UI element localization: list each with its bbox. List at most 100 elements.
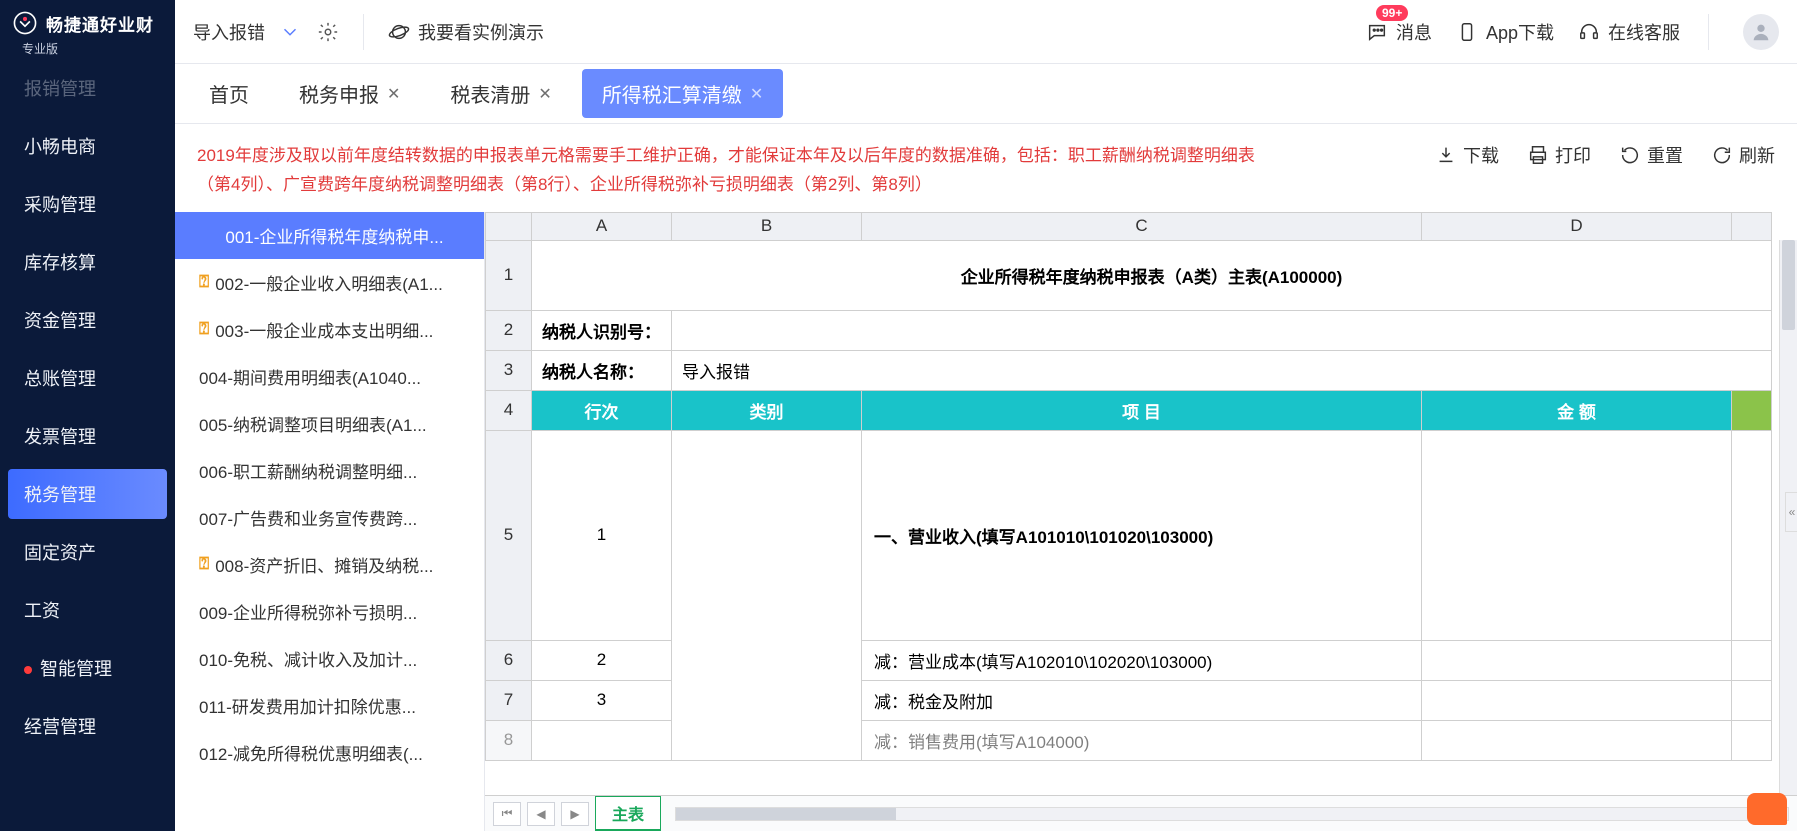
row-header[interactable]: 6 bbox=[486, 640, 532, 680]
header-class[interactable]: 类别 bbox=[672, 390, 862, 430]
sidebar-item[interactable]: 固定资产 bbox=[0, 523, 175, 581]
sheet-list-label: 002-一般企业收入明细表(A1... bbox=[215, 270, 443, 295]
sheet-list-item[interactable]: 006-职工薪酬纳税调整明细... bbox=[175, 447, 484, 494]
sheet-list-item[interactable]: 011-研发费用加计扣除优惠... bbox=[175, 682, 484, 729]
sheet-nav-next[interactable]: ▶ bbox=[561, 802, 589, 826]
cell-item[interactable]: 减：税金及附加 bbox=[862, 680, 1422, 720]
sheet-list-item[interactable]: 012-减免所得税优惠明细表(... bbox=[175, 729, 484, 776]
header-seq[interactable]: 行次 bbox=[532, 390, 672, 430]
cell-edge[interactable] bbox=[1732, 720, 1772, 760]
sheet-list-label: 009-企业所得税弥补亏损明... bbox=[199, 599, 417, 624]
sheet-list-item[interactable]: 007-广告费和业务宣传费跨... bbox=[175, 494, 484, 541]
cell-amount[interactable] bbox=[1422, 640, 1732, 680]
messages-button[interactable]: 消息 99+ bbox=[1362, 15, 1436, 49]
header-item[interactable]: 项 目 bbox=[862, 390, 1422, 430]
row-header[interactable]: 3 bbox=[486, 350, 532, 390]
cell-seq[interactable]: 2 bbox=[532, 640, 672, 680]
cell-amount[interactable] bbox=[1422, 680, 1732, 720]
support-button[interactable]: 在线客服 bbox=[1574, 15, 1684, 49]
tab[interactable]: 税表清册✕ bbox=[430, 69, 571, 118]
sidebar-item[interactable]: 发票管理 bbox=[0, 407, 175, 465]
sheet-list-item[interactable]: 005-纳税调整项目明细表(A1... bbox=[175, 400, 484, 447]
green-edge[interactable] bbox=[1732, 390, 1772, 430]
grid-corner[interactable] bbox=[486, 212, 532, 240]
cell-edge[interactable] bbox=[1732, 640, 1772, 680]
sidebar-item[interactable]: 经营管理 bbox=[0, 697, 175, 755]
close-icon[interactable]: ✕ bbox=[538, 84, 551, 104]
cell-seq[interactable] bbox=[532, 720, 672, 760]
taxpayer-id-label[interactable]: 纳税人识别号： bbox=[532, 310, 672, 350]
close-icon[interactable]: ✕ bbox=[387, 84, 400, 104]
gear-icon[interactable] bbox=[317, 21, 339, 43]
cell-seq[interactable]: 1 bbox=[532, 430, 672, 640]
sidebar-item[interactable]: 总账管理 bbox=[0, 349, 175, 407]
tab[interactable]: 所得税汇算清缴✕ bbox=[582, 69, 783, 118]
col-header[interactable]: D bbox=[1422, 212, 1732, 240]
grid: A B C D 1 企业所得税年度纳税申报表（A类）主表(A100000) 2 bbox=[485, 212, 1772, 761]
sidebar-item[interactable]: 采购管理 bbox=[0, 175, 175, 233]
sheet-nav-first[interactable]: ⏮ bbox=[493, 802, 521, 826]
sheet-list-label: 012-减免所得税优惠明细表(... bbox=[199, 740, 423, 765]
taxpayer-id-value[interactable] bbox=[672, 310, 1772, 350]
cell-item[interactable]: 一、营业收入(填写A101010\101020\103000) bbox=[862, 430, 1422, 640]
row-header[interactable]: 7 bbox=[486, 680, 532, 720]
cell-amount[interactable] bbox=[1422, 720, 1732, 760]
cell-edge[interactable] bbox=[1732, 680, 1772, 720]
sidebar-item[interactable]: 资金管理 bbox=[0, 291, 175, 349]
row-header[interactable]: 2 bbox=[486, 310, 532, 350]
sheet-title[interactable]: 企业所得税年度纳税申报表（A类）主表(A100000) bbox=[532, 240, 1772, 310]
sidebar-item[interactable]: 税务管理 bbox=[8, 469, 167, 519]
col-header[interactable]: A bbox=[532, 212, 672, 240]
sheet-tab-main[interactable]: 主表 bbox=[595, 796, 661, 831]
sheet-list-item[interactable]: 001-企业所得税年度纳税申... bbox=[175, 212, 484, 259]
warning-text: 2019年度涉及取以前年度结转数据的申报表单元格需要手工维护正确，才能保证本年及… bbox=[197, 142, 1277, 200]
horizontal-scrollbar[interactable] bbox=[675, 807, 1789, 821]
org-selector[interactable]: 导入报错 bbox=[193, 19, 301, 45]
collapse-handle[interactable]: « bbox=[1785, 492, 1797, 532]
sheet-list-label: 006-职工薪酬纳税调整明细... bbox=[199, 458, 417, 483]
header-amount[interactable]: 金 额 bbox=[1422, 390, 1732, 430]
download-button[interactable]: 下载 bbox=[1435, 142, 1499, 168]
reset-button[interactable]: 重置 bbox=[1619, 142, 1683, 168]
refresh-button[interactable]: 刷新 bbox=[1711, 142, 1775, 168]
chat-icon bbox=[1366, 21, 1388, 43]
taxpayer-name-value[interactable]: 导入报错 bbox=[672, 350, 1772, 390]
col-header[interactable] bbox=[1732, 212, 1772, 240]
sheet-nav-prev[interactable]: ◀ bbox=[527, 802, 555, 826]
cell-class[interactable] bbox=[672, 430, 862, 760]
taxpayer-name-label[interactable]: 纳税人名称： bbox=[532, 350, 672, 390]
avatar[interactable] bbox=[1743, 14, 1779, 50]
sidebar-item[interactable]: 智能管理 bbox=[0, 639, 175, 697]
cell-item[interactable]: 减：销售费用(填写A104000) bbox=[862, 720, 1422, 760]
sidebar-item[interactable]: 小畅电商 bbox=[0, 117, 175, 175]
row-header[interactable]: 5 bbox=[486, 430, 532, 640]
tab[interactable]: 税务申报✕ bbox=[279, 69, 420, 118]
cell-item[interactable]: 减：营业成本(填写A102010\102020\103000) bbox=[862, 640, 1422, 680]
sheet-list-item[interactable]: 009-企业所得税弥补亏损明... bbox=[175, 588, 484, 635]
sheet-list-item[interactable]: ⍰002-一般企业收入明细表(A1... bbox=[175, 259, 484, 306]
sheet-list-item[interactable]: 010-免税、减计收入及加计... bbox=[175, 635, 484, 682]
print-button[interactable]: 打印 bbox=[1527, 142, 1591, 168]
sheet-list-item[interactable]: ⍰008-资产折旧、摊销及纳税... bbox=[175, 541, 484, 588]
headset-icon bbox=[1578, 21, 1600, 43]
tab[interactable]: 首页 bbox=[189, 69, 269, 118]
sheet-list-item[interactable]: 004-期间费用明细表(A1040... bbox=[175, 353, 484, 400]
demo-link[interactable]: 我要看实例演示 bbox=[388, 19, 544, 45]
sheet-list-item[interactable]: ⍰003-一般企业成本支出明细... bbox=[175, 306, 484, 353]
row-header[interactable]: 1 bbox=[486, 240, 532, 310]
col-header[interactable]: B bbox=[672, 212, 862, 240]
row-header[interactable]: 8 bbox=[486, 720, 532, 760]
grid-scroll[interactable]: A B C D 1 企业所得税年度纳税申报表（A类）主表(A100000) 2 bbox=[485, 212, 1797, 795]
row-header[interactable]: 4 bbox=[486, 390, 532, 430]
app-download-button[interactable]: App下载 bbox=[1452, 15, 1558, 49]
cell-edge[interactable] bbox=[1732, 430, 1772, 640]
cell-seq[interactable]: 3 bbox=[532, 680, 672, 720]
close-icon[interactable]: ✕ bbox=[750, 84, 763, 104]
float-help-icon[interactable] bbox=[1747, 793, 1787, 825]
sidebar-item[interactable]: 库存核算 bbox=[0, 233, 175, 291]
sidebar-item[interactable]: 工资 bbox=[0, 581, 175, 639]
col-header[interactable]: C bbox=[862, 212, 1422, 240]
cell-amount[interactable] bbox=[1422, 430, 1732, 640]
brand-name: 畅捷通好业财 bbox=[46, 11, 154, 36]
sidebar-item-partial[interactable]: 报销管理 bbox=[0, 67, 175, 117]
